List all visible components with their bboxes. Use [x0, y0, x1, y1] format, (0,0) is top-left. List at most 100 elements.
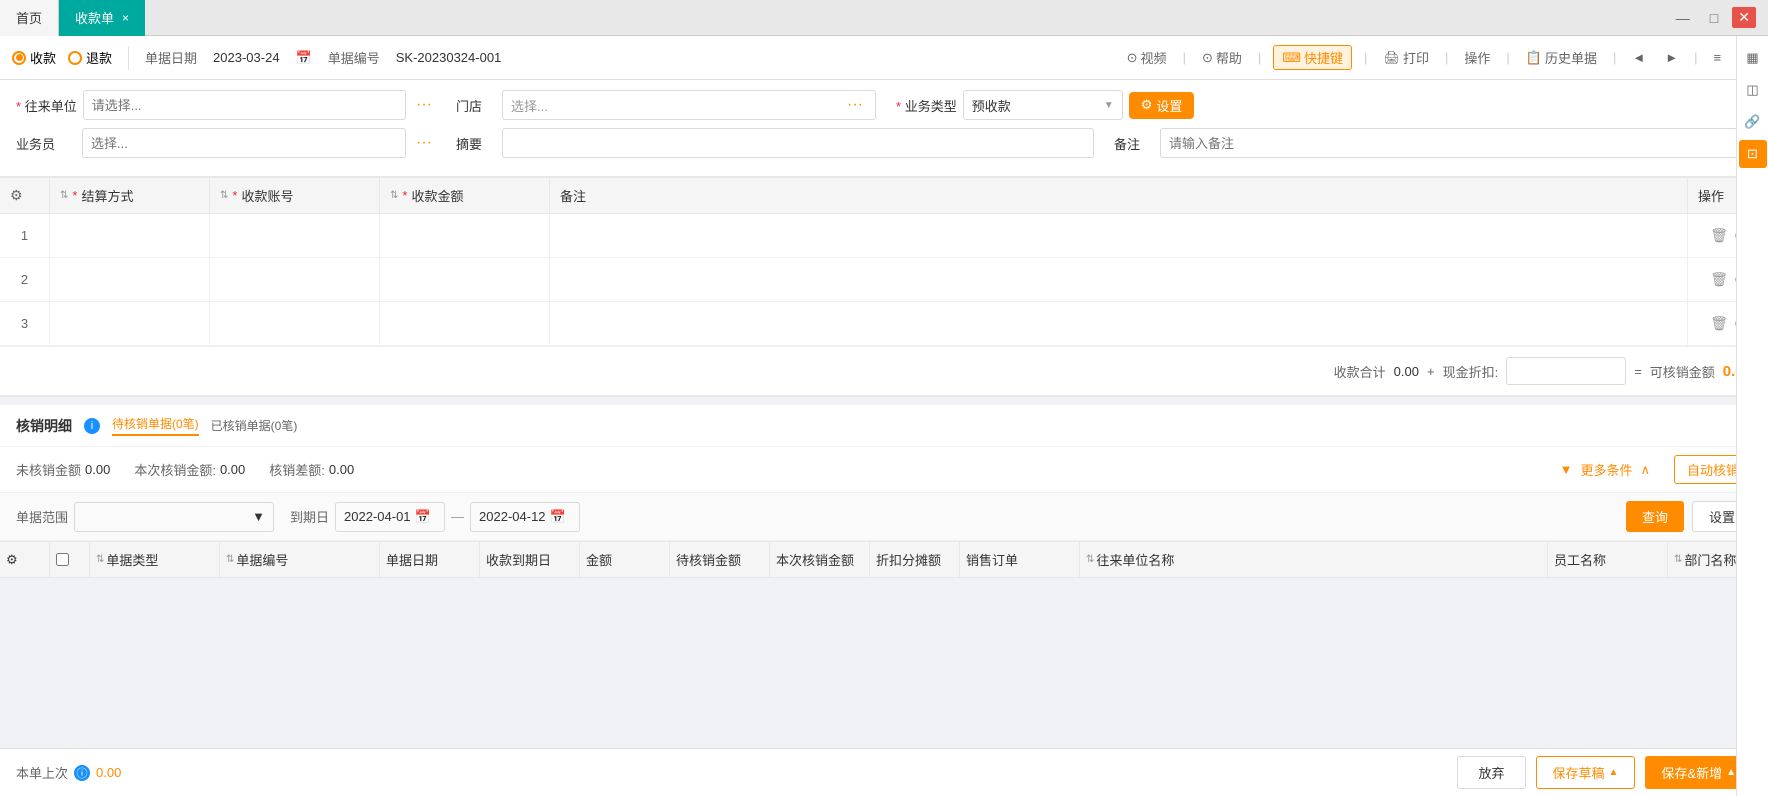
query-btn[interactable]: 查询 [1626, 501, 1684, 532]
chevron-up-icon: ∧ [1640, 462, 1650, 478]
save-draft-btn[interactable]: 保存草稿 ▲ [1536, 756, 1636, 789]
row-2-settlement[interactable] [50, 258, 210, 301]
range-label: 单据范围 [16, 507, 68, 526]
tab-active[interactable]: 收款单 × [59, 0, 145, 36]
bth-date: 单据日期 [380, 542, 480, 577]
bth-due: 收款到期日 [480, 542, 580, 577]
row-2-account[interactable] [210, 258, 380, 301]
row-3-settlement[interactable] [50, 302, 210, 345]
maximize-button[interactable]: □ [1704, 8, 1724, 28]
th-settlement: ⇅ * 结算方式 [50, 178, 210, 213]
row-3-amount[interactable] [380, 302, 550, 345]
print-icon: 🖨 [1383, 50, 1400, 66]
th-gear[interactable]: ⚙ [0, 178, 50, 213]
date-from-input[interactable]: 2022-04-01 📅 [335, 502, 445, 532]
history-icon: 📋 [1526, 50, 1542, 66]
operation-btn[interactable]: 操作 [1460, 46, 1494, 69]
counterparty-more-btn[interactable]: ··· [412, 96, 436, 114]
layout-btn[interactable]: ≡ [1710, 48, 1726, 67]
row-3-account[interactable] [210, 302, 380, 345]
close-button[interactable]: ✕ [1732, 7, 1756, 28]
row-2-amount[interactable] [380, 258, 550, 301]
help-btn[interactable]: ⊙ 帮助 [1198, 46, 1246, 69]
bth-discount: 折扣分摊额 [870, 542, 960, 577]
delete-icon-3[interactable]: 🗑 [1710, 315, 1728, 332]
form-area: * 往来单位 ··· 门店 选择... ··· * 业务类型 预收款 ▼ [0, 80, 1768, 177]
discount-label: 现金折扣: [1443, 362, 1499, 381]
print-btn[interactable]: 🖨 打印 [1379, 46, 1433, 69]
tab-done[interactable]: 已核销单据(0笔) [211, 417, 298, 434]
abandon-btn[interactable]: 放弃 [1457, 756, 1525, 789]
select-all-checkbox[interactable] [56, 553, 69, 566]
date-to-input[interactable]: 2022-04-12 📅 [470, 502, 580, 532]
row-1-account[interactable] [210, 214, 380, 257]
verifiable-label: 可核销金额 [1650, 362, 1715, 381]
doc-type-radio-group: 收款 退款 [12, 48, 112, 67]
minimize-button[interactable]: — [1670, 8, 1696, 28]
sidebar-icon-2[interactable]: ◫ [1739, 76, 1767, 104]
row-3-note[interactable] [550, 302, 1688, 345]
tab-close-icon[interactable]: × [122, 11, 129, 25]
radio-dot-refund [68, 51, 82, 65]
date-value: 2023-03-24 [213, 50, 280, 65]
salesperson-label: 业务员 [16, 134, 76, 153]
row-1-settlement[interactable] [50, 214, 210, 257]
business-type-select[interactable]: 预收款 ▼ [963, 90, 1123, 120]
counterparty-input[interactable] [83, 90, 406, 120]
due-date-label: 到期日 [290, 507, 329, 526]
store-select[interactable]: 选择... ··· [502, 90, 876, 120]
tab-pending[interactable]: 待核销单据(0笔) [112, 415, 199, 436]
summary-input[interactable] [502, 128, 1094, 158]
sidebar-icon-3[interactable]: 🔗 [1739, 108, 1767, 136]
row-1-amount[interactable] [380, 214, 550, 257]
writeoff-section: 核销明细 i 待核销单据(0笔) 已核销单据(0笔) 未核销金额 0.00 本次… [0, 405, 1768, 578]
note-input[interactable] [1160, 128, 1752, 158]
row-num-2: 2 [0, 258, 50, 301]
row-2-note[interactable] [550, 258, 1688, 301]
table-row: 2 🗑 ⊕ [0, 258, 1768, 302]
tab-bar: 首页 收款单 × — □ ✕ [0, 0, 1768, 36]
salesperson-more-btn[interactable]: ··· [412, 134, 436, 152]
row-1-note[interactable] [550, 214, 1688, 257]
history-btn[interactable]: 📋 历史单据 [1522, 46, 1601, 69]
diff-label: 核销差额: [269, 460, 325, 479]
radio-receive-label: 收款 [30, 48, 56, 67]
sidebar-icon-4[interactable]: ⊡ [1739, 140, 1767, 168]
salesperson-input[interactable] [82, 128, 406, 158]
delete-icon-2[interactable]: 🗑 [1710, 271, 1728, 288]
nav-prev-btn[interactable]: ◄ [1628, 48, 1649, 67]
bth-check[interactable] [50, 542, 90, 577]
tab-home-label: 首页 [16, 8, 42, 27]
sidebar-icon-1[interactable]: ▦ [1739, 44, 1767, 72]
shortcut-btn[interactable]: ⌨ 快捷键 [1273, 45, 1352, 70]
footer-info-icon[interactable]: ⓘ [74, 765, 90, 781]
nav-next-btn[interactable]: ► [1661, 48, 1682, 67]
footer: 本单上次 ⓘ 0.00 放弃 保存草稿 ▲ 保存&新增 ▲ [0, 748, 1768, 796]
writeoff-header: 核销明细 i 待核销单据(0笔) 已核销单据(0笔) [0, 405, 1768, 447]
unverified-label: 未核销金额 [16, 460, 81, 479]
footer-actions: 放弃 保存草稿 ▲ 保存&新增 ▲ [1457, 756, 1752, 789]
delete-icon-1[interactable]: 🗑 [1710, 227, 1728, 244]
radio-receive[interactable]: 收款 [12, 48, 56, 67]
discount-input[interactable] [1506, 357, 1626, 385]
table-row: 3 🗑 ⊕ [0, 302, 1768, 346]
writeoff-info-icon[interactable]: i [84, 418, 100, 434]
layout-icon: ≡ [1714, 50, 1722, 65]
expand-icon: ⊡ [1747, 146, 1758, 162]
calendar-icon[interactable]: 📅 [296, 50, 312, 66]
bth-gear[interactable]: ⚙ [0, 542, 50, 577]
tab-home[interactable]: 首页 [0, 0, 59, 36]
radio-refund[interactable]: 退款 [68, 48, 112, 67]
more-conditions-btn[interactable]: ▼ 更多条件 ∧ [1560, 460, 1650, 479]
form-settings-btn[interactable]: ⚙ 设置 [1129, 92, 1195, 119]
range-select[interactable]: ▼ [74, 502, 274, 532]
top-toolbar: 收款 退款 单据日期 2023-03-24 📅 单据编号 SK-20230324… [0, 36, 1768, 80]
video-btn[interactable]: ⊙ 视频 [1123, 46, 1171, 69]
store-more-btn[interactable]: ··· [843, 96, 867, 114]
unverified-value: 0.00 [85, 462, 110, 477]
writeoff-title: 核销明细 [16, 416, 72, 436]
unverified-stat: 未核销金额 0.00 [16, 460, 110, 479]
bth-pending: 待核销金额 [670, 542, 770, 577]
form-row-2: 业务员 ··· 摘要 备注 [16, 128, 1752, 158]
chevron-up-icon-2: ▲ [1726, 767, 1736, 778]
